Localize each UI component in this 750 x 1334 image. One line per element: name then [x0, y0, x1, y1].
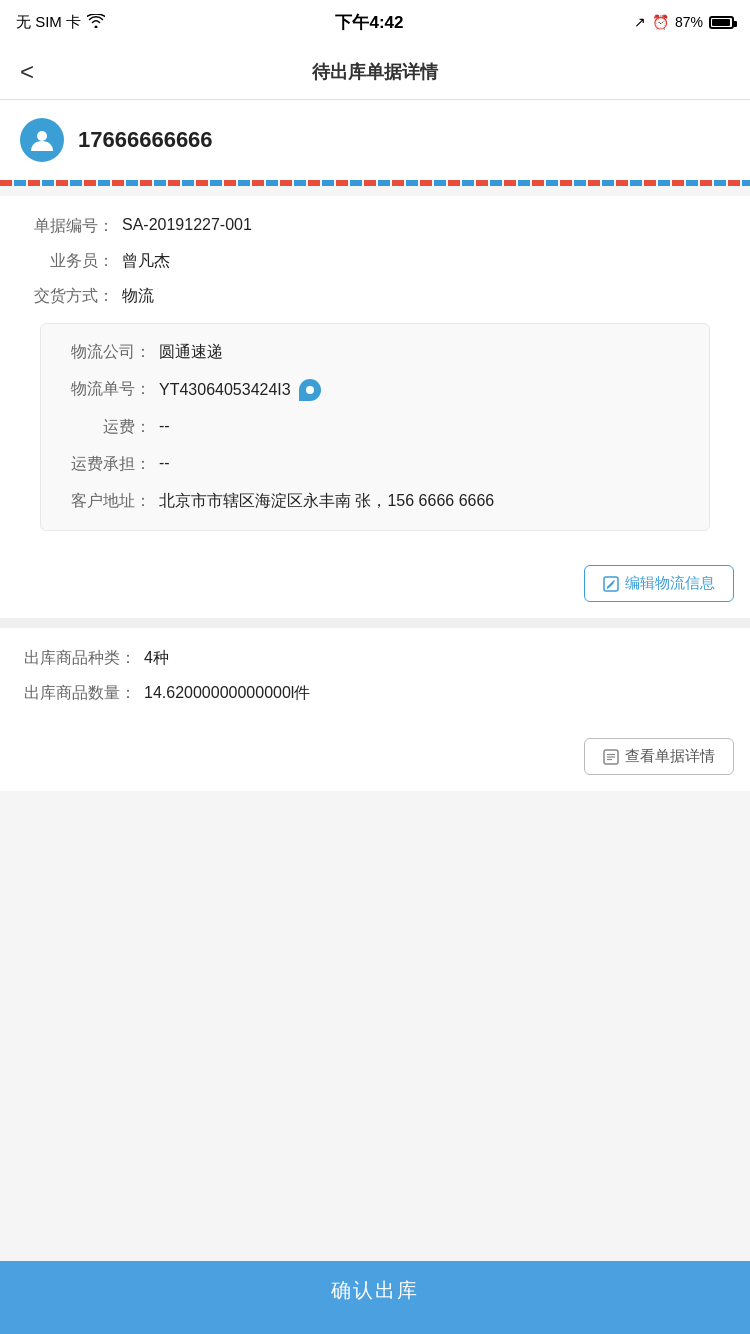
battery-icon	[709, 16, 734, 29]
alarm-icon: ⏰	[652, 14, 669, 30]
user-header: 17666666666	[0, 100, 750, 180]
page-title: 待出库单据详情	[312, 60, 438, 84]
status-time: 下午4:42	[335, 11, 403, 34]
view-btn-row: 查看单据详情	[0, 724, 750, 791]
logistics-tracking-value: YT43064053424I3	[159, 379, 689, 401]
document-number-row: 单据编号： SA-20191227-001	[24, 216, 726, 237]
edit-icon	[603, 576, 619, 592]
delivery-value: 物流	[122, 286, 726, 307]
edit-btn-row: 编辑物流信息	[0, 551, 750, 618]
goods-quantity-row: 出库商品数量： 14.62000000000000l件	[24, 683, 726, 704]
delivery-label: 交货方式：	[24, 286, 114, 307]
logistics-tracking-label: 物流单号：	[61, 379, 151, 400]
status-right: ↗ ⏰ 87%	[634, 14, 734, 30]
address-value: 北京市市辖区海淀区永丰南 张，156 6666 6666	[159, 491, 689, 512]
edit-logistics-button[interactable]: 编辑物流信息	[584, 565, 734, 602]
delivery-row: 交货方式： 物流	[24, 286, 726, 307]
freight-row: 运费： --	[61, 417, 689, 438]
freight-value: --	[159, 417, 689, 435]
goods-types-row: 出库商品种类： 4种	[24, 648, 726, 669]
user-phone: 17666666666	[78, 127, 213, 153]
dashed-separator	[0, 180, 750, 186]
tracking-location-icon[interactable]	[294, 374, 325, 405]
back-button[interactable]: <	[20, 58, 34, 86]
confirm-button[interactable]: 确认出库	[331, 1277, 419, 1304]
battery-percent: 87%	[675, 14, 703, 30]
status-left: 无 SIM 卡	[16, 13, 105, 32]
salesman-value: 曾凡杰	[122, 251, 726, 272]
section-divider	[0, 618, 750, 628]
carrier-text: 无 SIM 卡	[16, 13, 81, 32]
content-spacer	[0, 791, 750, 991]
freight-label: 运费：	[61, 417, 151, 438]
salesman-row: 业务员： 曾凡杰	[24, 251, 726, 272]
document-info-section: 单据编号： SA-20191227-001 业务员： 曾凡杰 交货方式： 物流 …	[0, 196, 750, 551]
freight-bearer-row: 运费承担： --	[61, 454, 689, 475]
freight-bearer-value: --	[159, 454, 689, 472]
address-row: 客户地址： 北京市市辖区海淀区永丰南 张，156 6666 6666	[61, 491, 689, 512]
logistics-company-row: 物流公司： 圆通速递	[61, 342, 689, 363]
logistics-company-value: 圆通速递	[159, 342, 689, 363]
document-number-value: SA-20191227-001	[122, 216, 726, 234]
address-label: 客户地址：	[61, 491, 151, 512]
logistics-company-label: 物流公司：	[61, 342, 151, 363]
goods-section: 出库商品种类： 4种 出库商品数量： 14.62000000000000l件	[0, 628, 750, 724]
nav-bar: < 待出库单据详情	[0, 44, 750, 100]
list-icon	[603, 749, 619, 765]
confirm-btn-wrapper: 确认出库	[0, 1261, 750, 1334]
goods-types-label: 出库商品种类：	[24, 648, 136, 669]
avatar	[20, 118, 64, 162]
logistics-card: 物流公司： 圆通速递 物流单号： YT43064053424I3 运费： -- …	[40, 323, 710, 531]
freight-bearer-label: 运费承担：	[61, 454, 151, 475]
status-bar: 无 SIM 卡 下午4:42 ↗ ⏰ 87%	[0, 0, 750, 44]
salesman-label: 业务员：	[24, 251, 114, 272]
document-number-label: 单据编号：	[24, 216, 114, 237]
goods-types-value: 4种	[144, 648, 169, 669]
logistics-tracking-row: 物流单号： YT43064053424I3	[61, 379, 689, 401]
view-details-button[interactable]: 查看单据详情	[584, 738, 734, 775]
location-icon: ↗	[634, 14, 646, 30]
svg-point-0	[37, 131, 47, 141]
wifi-icon	[87, 14, 105, 31]
goods-quantity-label: 出库商品数量：	[24, 683, 136, 704]
goods-quantity-value: 14.62000000000000l件	[144, 683, 310, 704]
